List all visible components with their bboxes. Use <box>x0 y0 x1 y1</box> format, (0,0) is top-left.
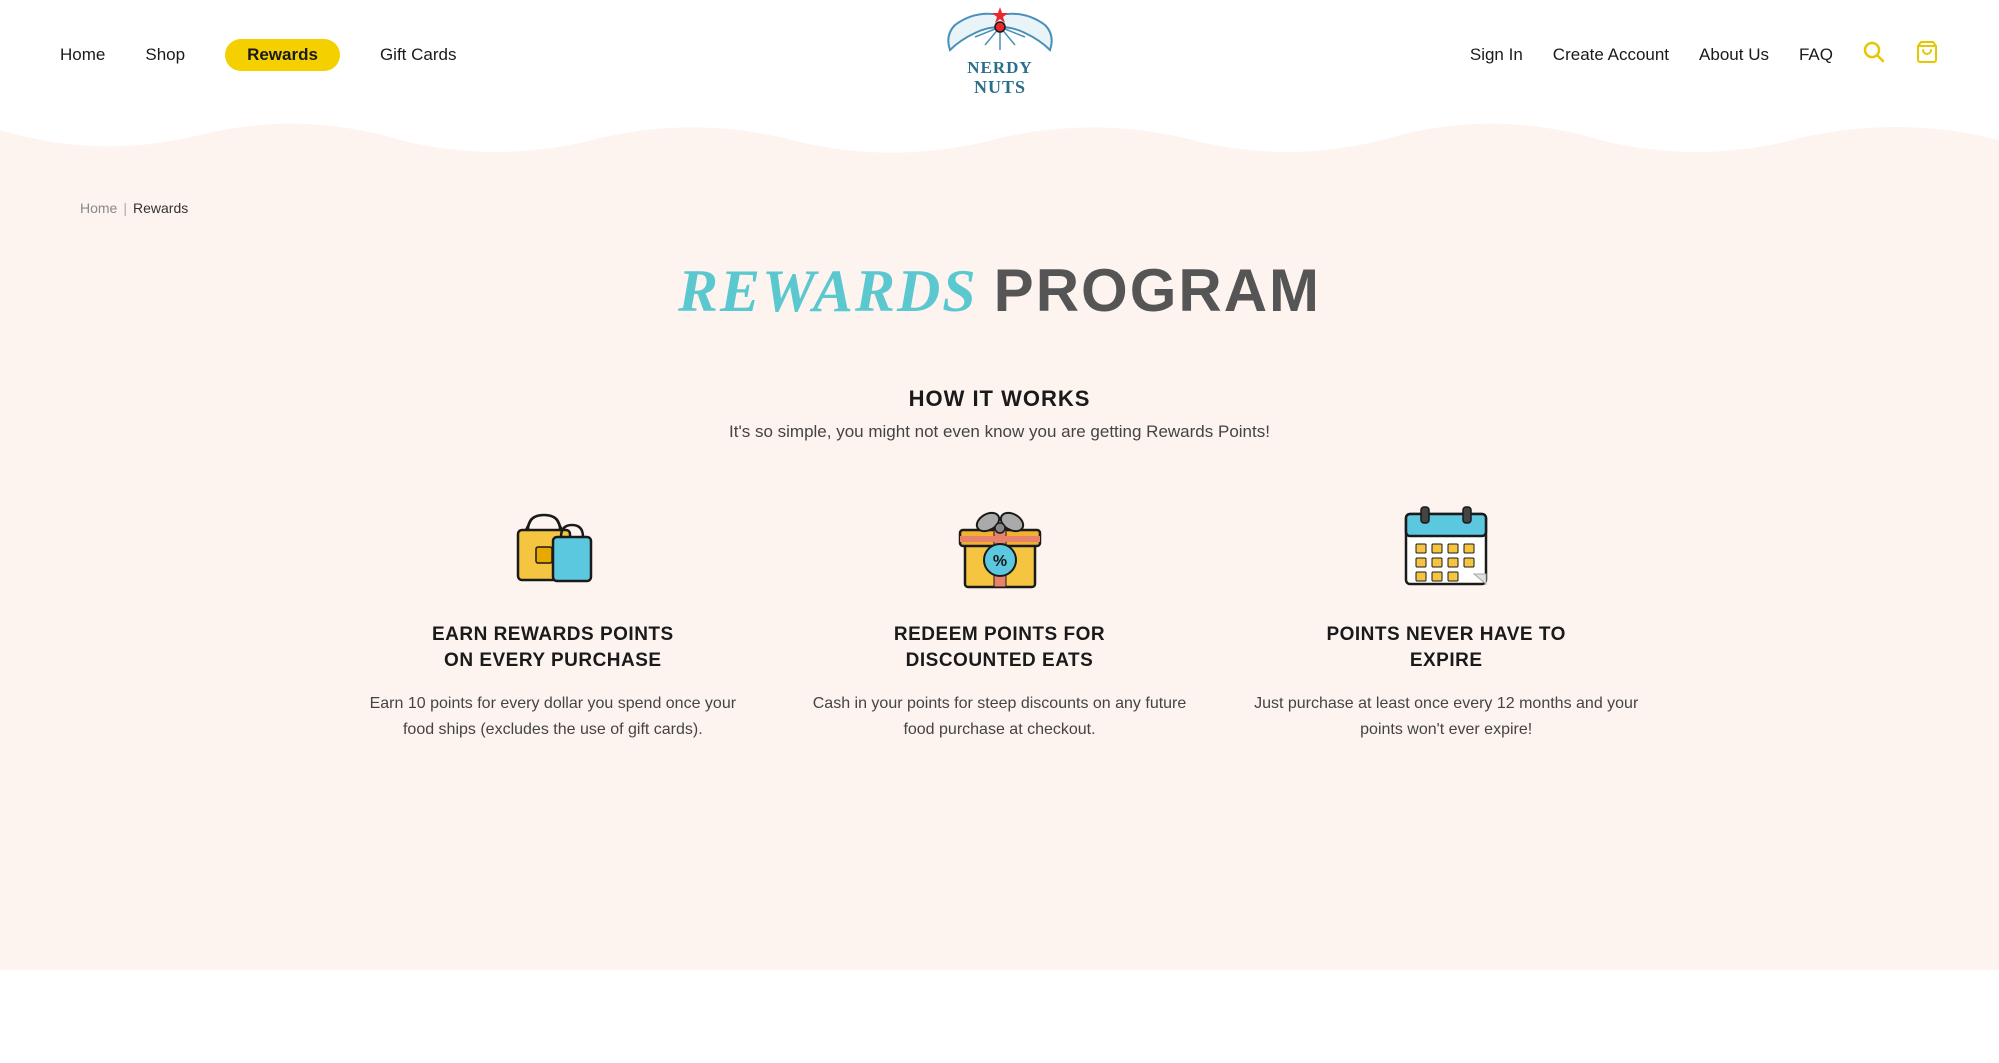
feature-earn: EARN REWARDS POINTSON EVERY PURCHASE Ear… <box>360 492 747 742</box>
earn-icon <box>493 492 613 592</box>
nav-faq[interactable]: FAQ <box>1799 45 1833 65</box>
title-rewards: REWARDS <box>678 258 978 324</box>
nav-shop[interactable]: Shop <box>145 45 185 65</box>
expire-icon <box>1386 492 1506 592</box>
nav-left: Home Shop Rewards Gift Cards <box>60 39 456 71</box>
cart-icon <box>1915 40 1939 64</box>
earn-title: EARN REWARDS POINTSON EVERY PURCHASE <box>432 622 674 673</box>
nav-about-us[interactable]: About Us <box>1699 45 1769 65</box>
wave-divider <box>0 110 1999 170</box>
feature-expire: POINTS NEVER HAVE TOEXPIRE Just purchase… <box>1253 492 1640 742</box>
nav-home[interactable]: Home <box>60 45 105 65</box>
redeem-icon: % <box>940 492 1060 592</box>
nav-gift-cards[interactable]: Gift Cards <box>380 45 457 65</box>
breadcrumb-current: Rewards <box>133 200 188 216</box>
svg-text:NERDY: NERDY <box>967 58 1032 77</box>
cart-button[interactable] <box>1915 40 1939 70</box>
page-title: REWARDSPROGRAM <box>0 256 1999 326</box>
svg-text:%: % <box>992 553 1006 570</box>
feature-redeem: % REDEEM POINTS FORDISCOUNTED EATS Cash … <box>806 492 1193 742</box>
svg-text:NUTS: NUTS <box>973 77 1025 97</box>
breadcrumb: Home | Rewards <box>0 190 1999 246</box>
redeem-desc: Cash in your points for steep discounts … <box>806 691 1193 742</box>
search-button[interactable] <box>1863 41 1885 69</box>
expire-title: POINTS NEVER HAVE TOEXPIRE <box>1326 622 1565 673</box>
logo[interactable]: NERDY NUTS <box>935 5 1065 110</box>
main-content: Home | Rewards REWARDSPROGRAM HOW IT WOR… <box>0 170 1999 970</box>
how-it-works-subtitle: It's so simple, you might not even know … <box>0 422 1999 442</box>
redeem-title: REDEEM POINTS FORDISCOUNTED EATS <box>894 622 1105 673</box>
title-program: PROGRAM <box>994 257 1321 324</box>
nav-rewards[interactable]: Rewards <box>225 39 340 71</box>
nav-sign-in[interactable]: Sign In <box>1470 45 1523 65</box>
nav-create-account[interactable]: Create Account <box>1553 45 1669 65</box>
expire-desc: Just purchase at least once every 12 mon… <box>1253 691 1640 742</box>
breadcrumb-separator: | <box>123 200 127 216</box>
how-it-works-section: HOW IT WORKS It's so simple, you might n… <box>0 386 1999 442</box>
search-icon <box>1863 41 1885 63</box>
how-it-works-title: HOW IT WORKS <box>0 386 1999 412</box>
earn-desc: Earn 10 points for every dollar you spen… <box>360 691 747 742</box>
navbar: Home Shop Rewards Gift Cards NERDY NUTS <box>0 0 1999 110</box>
features-grid: EARN REWARDS POINTSON EVERY PURCHASE Ear… <box>300 492 1700 742</box>
breadcrumb-home[interactable]: Home <box>80 200 117 216</box>
nav-right: Sign In Create Account About Us FAQ <box>1470 40 1939 70</box>
